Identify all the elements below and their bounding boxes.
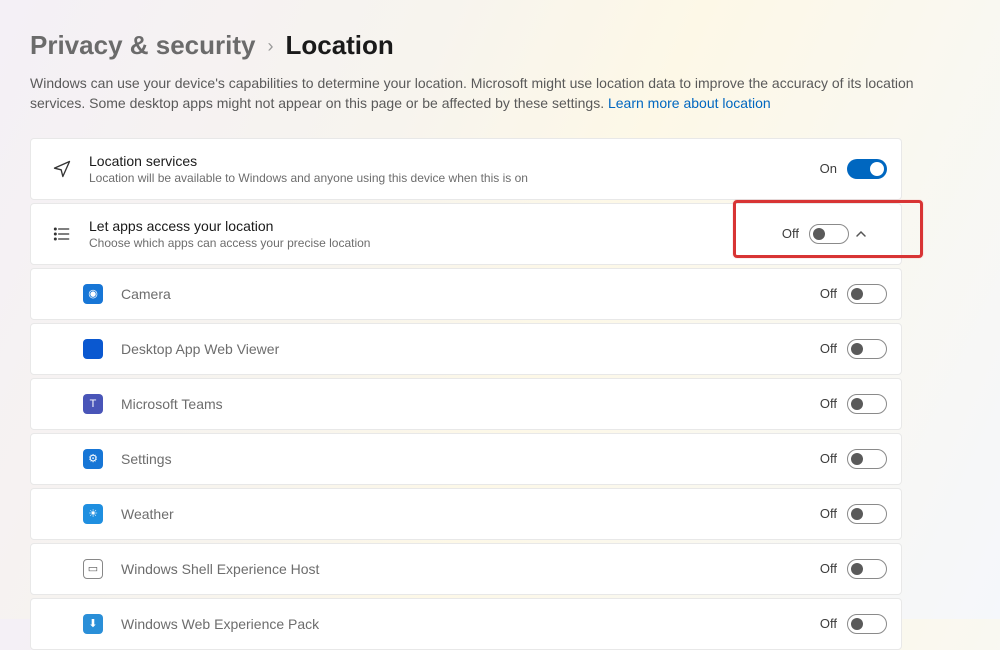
toggle-state-label: Off <box>782 226 799 241</box>
row-title: Location services <box>89 153 820 169</box>
app-row[interactable]: ☀WeatherOff <box>30 488 902 540</box>
app-icon: ◉ <box>83 284 103 304</box>
toggle-state-label: Off <box>820 451 837 466</box>
toggle-state-label: Off <box>820 616 837 631</box>
app-name-label: Desktop App Web Viewer <box>103 341 820 357</box>
let-apps-toggle[interactable] <box>809 224 849 244</box>
app-name-label: Settings <box>103 451 820 467</box>
row-subtitle: Choose which apps can access your precis… <box>89 236 782 250</box>
app-name-label: Weather <box>103 506 820 522</box>
app-icon: ▭ <box>83 559 103 579</box>
app-icon: ☀ <box>83 504 103 524</box>
app-list: ◉CameraOffDesktop App Web ViewerOffTMicr… <box>30 268 902 650</box>
learn-more-link[interactable]: Learn more about location <box>608 95 771 111</box>
app-row[interactable]: ⚙SettingsOff <box>30 433 902 485</box>
app-row[interactable]: ⬇Windows Web Experience PackOff <box>30 598 902 650</box>
app-toggle[interactable] <box>847 394 887 414</box>
row-subtitle: Location will be available to Windows an… <box>89 171 820 185</box>
app-toggle[interactable] <box>847 559 887 579</box>
app-icon: ⬇ <box>83 614 103 634</box>
app-row[interactable]: ▭Windows Shell Experience HostOff <box>30 543 902 595</box>
toggle-state-label: Off <box>820 341 837 356</box>
app-toggle[interactable] <box>847 339 887 359</box>
breadcrumb: Privacy & security › Location <box>30 30 970 61</box>
app-toggle[interactable] <box>847 284 887 304</box>
page-title: Location <box>285 30 393 61</box>
app-toggle[interactable] <box>847 449 887 469</box>
row-title: Let apps access your location <box>89 218 782 234</box>
toggle-state-label: On <box>820 161 837 176</box>
app-row[interactable]: TMicrosoft TeamsOff <box>30 378 902 430</box>
chevron-up-icon[interactable] <box>855 228 887 240</box>
app-icon <box>83 339 103 359</box>
navigation-arrow-icon <box>45 159 79 179</box>
app-name-label: Windows Web Experience Pack <box>103 616 820 632</box>
app-icon: ⚙ <box>83 449 103 469</box>
app-name-label: Camera <box>103 286 820 302</box>
app-toggle[interactable] <box>847 614 887 634</box>
chevron-right-icon: › <box>267 36 273 57</box>
app-name-label: Microsoft Teams <box>103 396 820 412</box>
toggle-state-label: Off <box>820 396 837 411</box>
row-location-services[interactable]: Location services Location will be avail… <box>30 138 902 200</box>
app-row[interactable]: ◉CameraOff <box>30 268 902 320</box>
list-icon <box>45 224 79 244</box>
page-description: Windows can use your device's capabiliti… <box>30 73 930 114</box>
app-row[interactable]: Desktop App Web ViewerOff <box>30 323 902 375</box>
app-icon: T <box>83 394 103 414</box>
location-services-toggle[interactable] <box>847 159 887 179</box>
toggle-state-label: Off <box>820 561 837 576</box>
row-let-apps-access[interactable]: Let apps access your location Choose whi… <box>30 203 902 265</box>
toggle-state-label: Off <box>820 286 837 301</box>
app-name-label: Windows Shell Experience Host <box>103 561 820 577</box>
settings-panel: Location services Location will be avail… <box>30 138 902 650</box>
toggle-state-label: Off <box>820 506 837 521</box>
app-toggle[interactable] <box>847 504 887 524</box>
breadcrumb-parent[interactable]: Privacy & security <box>30 30 255 61</box>
description-text: Windows can use your device's capabiliti… <box>30 75 914 111</box>
